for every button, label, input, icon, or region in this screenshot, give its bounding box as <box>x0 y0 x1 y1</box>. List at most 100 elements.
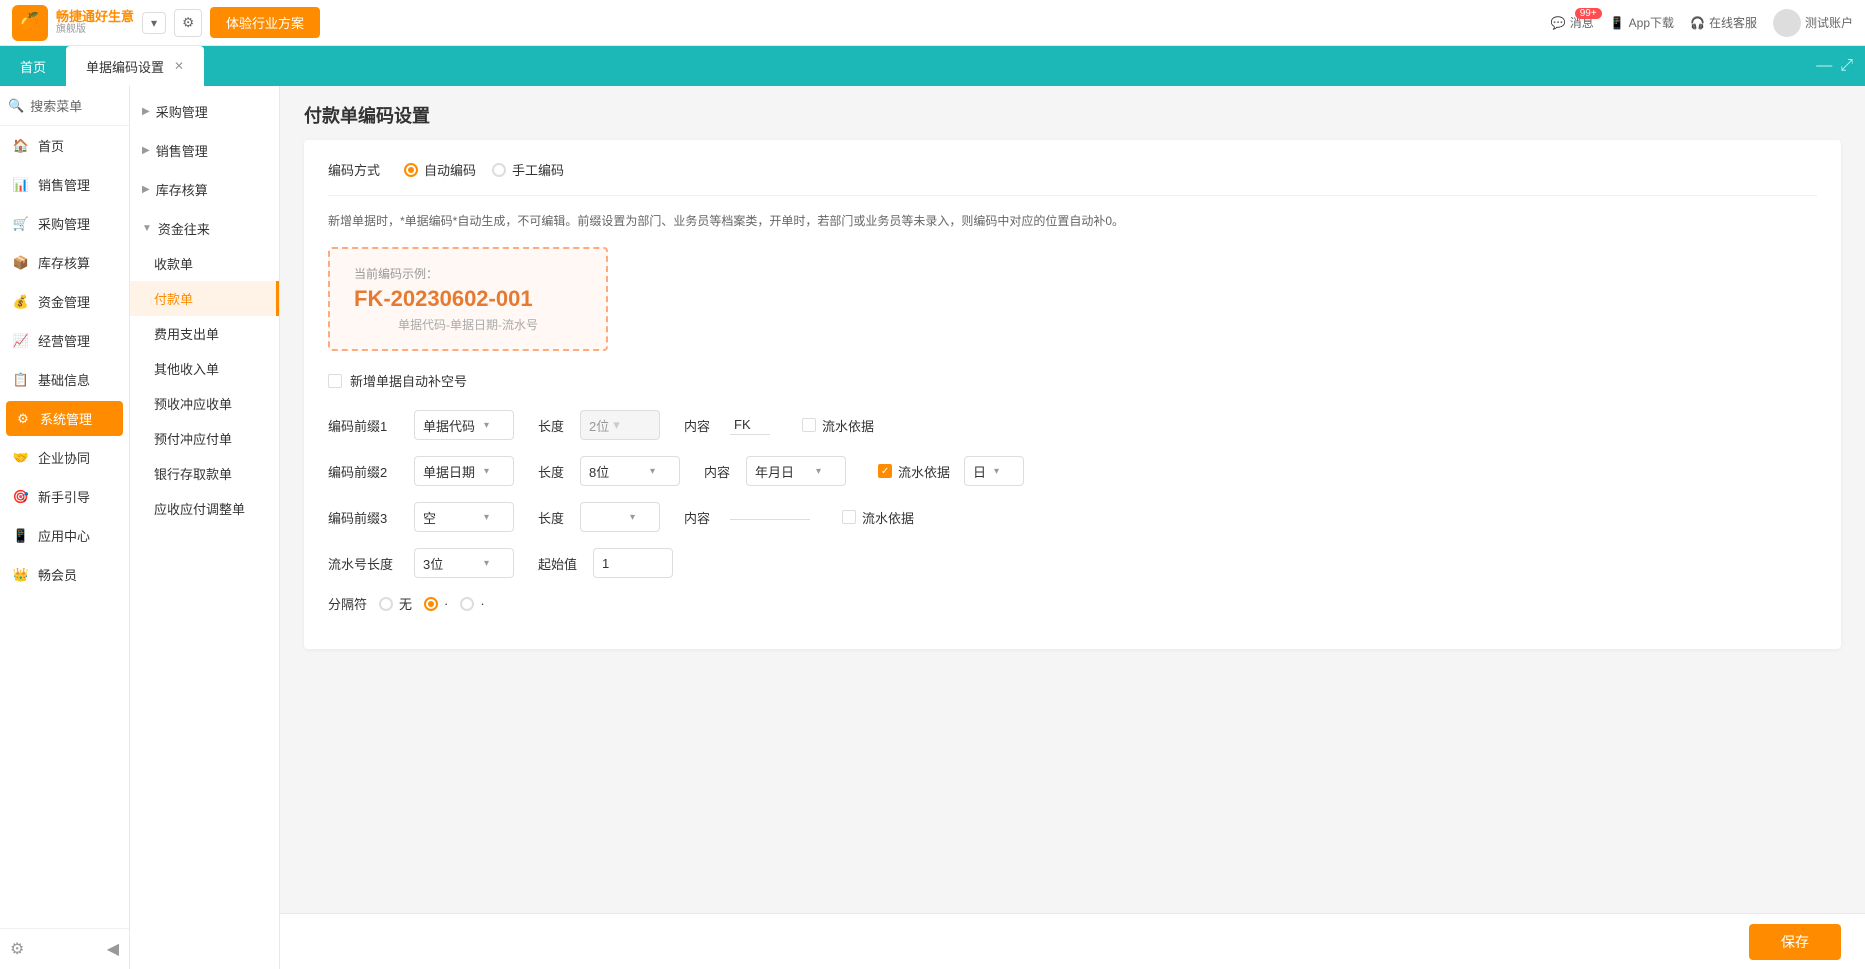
manual-encode-option[interactable]: 手工编码 <box>492 160 564 179</box>
sub-item-expense[interactable]: 费用支出单 <box>130 316 279 351</box>
stream2-row: ✓ 流水依据 日 ▾ <box>878 456 1024 486</box>
tab-home[interactable]: 首页 <box>0 46 66 86</box>
sub-item-bank[interactable]: 银行存取款单 <box>130 456 279 491</box>
sub-group-funds-label: 资金往来 <box>158 219 210 238</box>
serial-start-input[interactable]: 1 <box>593 548 673 578</box>
stream1-row: 流水依据 <box>802 416 874 435</box>
manual-encode-radio[interactable] <box>492 163 506 177</box>
sidebar-item-home[interactable]: 🏠 首页 <box>0 126 129 165</box>
sidebar-item-purchase[interactable]: 🛒 采购管理 <box>0 204 129 243</box>
sidebar-item-apps[interactable]: 📱 应用中心 <box>0 516 129 555</box>
sidebar-home-label: 首页 <box>38 136 64 155</box>
sub-item-other-income[interactable]: 其他收入单 <box>130 351 279 386</box>
sidebar-item-sales[interactable]: 📊 销售管理 <box>0 165 129 204</box>
sub-group-purchase-header[interactable]: ▶ 采购管理 <box>130 94 279 129</box>
sub-group-sales-header[interactable]: ▶ 销售管理 <box>130 133 279 168</box>
prefix2-select[interactable]: 单据日期 ▾ <box>414 456 514 486</box>
length2-select[interactable]: 8位 ▾ <box>580 456 680 486</box>
sub-group-purchase: ▶ 采购管理 <box>130 94 279 129</box>
stream1-checkbox[interactable] <box>802 418 816 432</box>
serial-row: 流水号长度 3位 ▾ 起始值 1 <box>328 548 1817 578</box>
sidebar-item-basic[interactable]: 📋 基础信息 <box>0 360 129 399</box>
sep-none-radio[interactable] <box>379 597 393 611</box>
stream3-checkbox[interactable] <box>842 510 856 524</box>
info-text: 新增单据时，*单据编码*自动生成，不可编辑。前缀设置为部门、业务员等档案类，开单… <box>328 212 1817 231</box>
sub-item-pre-payment[interactable]: 预付冲应付单 <box>130 421 279 456</box>
sep-none-option[interactable]: 无 <box>379 594 412 613</box>
sidebar-item-assets[interactable]: 💰 资金管理 <box>0 282 129 321</box>
auto-fill-checkbox[interactable] <box>328 374 342 388</box>
sidebar-item-enterprise[interactable]: 🤝 企业协同 <box>0 438 129 477</box>
sep-dot2-radio[interactable] <box>460 597 474 611</box>
sub-sidebar: ▶ 采购管理 ▶ 销售管理 ▶ 库存核算 ▼ 资金往来 收款单 付款单 费用支出… <box>130 86 280 969</box>
topbar-settings-button[interactable]: ⚙ <box>174 9 202 37</box>
sidebar-sales-label: 销售管理 <box>38 175 90 194</box>
sub-group-sales-label: 销售管理 <box>156 141 208 160</box>
prefix-row-1: 编码前缀1 单据代码 ▾ 长度 2位 ▾ 内容 FK 流水依据 <box>328 410 1817 440</box>
sidebar-item-guide[interactable]: 🎯 新手引导 <box>0 477 129 516</box>
industry-button[interactable]: 体验行业方案 <box>210 7 320 38</box>
tab-close-icon[interactable]: ✕ <box>174 59 184 73</box>
minimize-icon[interactable]: — <box>1816 57 1832 75</box>
length3-select[interactable]: ▾ <box>580 502 660 532</box>
sep-dot1-option[interactable]: · <box>424 596 448 611</box>
left-sidebar: 🔍 搜索菜单 🏠 首页 📊 销售管理 🛒 采购管理 📦 库存核算 💰 <box>0 86 130 969</box>
service-button[interactable]: 🎧 在线客服 <box>1690 14 1757 31</box>
enterprise-icon: 🤝 <box>12 449 30 467</box>
separator-row: 分隔符 无 · · <box>328 594 1817 613</box>
save-button[interactable]: 保存 <box>1749 924 1841 960</box>
auto-encode-radio[interactable] <box>404 163 418 177</box>
message-button[interactable]: 💬 消息 99+ <box>1551 14 1594 31</box>
encode-mode-label: 编码方式 <box>328 160 380 179</box>
sidebar-item-member[interactable]: 👑 畅会员 <box>0 555 129 594</box>
page-title: 付款单编码设置 <box>304 102 1841 128</box>
sidebar-item-system[interactable]: ⚙ 系统管理 <box>6 401 123 436</box>
sub-item-payment[interactable]: 付款单 <box>130 281 279 316</box>
auto-encode-option[interactable]: 自动编码 <box>404 160 476 179</box>
content3-value <box>730 515 810 520</box>
length1-label: 长度 <box>538 416 564 435</box>
member-icon: 👑 <box>12 566 30 584</box>
home-tab-label: 首页 <box>20 57 46 76</box>
arrow-right-icon3: ▶ <box>142 184 150 195</box>
auto-fill-label: 新增单据自动补空号 <box>350 371 467 390</box>
sep-dot1-radio[interactable] <box>424 597 438 611</box>
headset-icon: 🎧 <box>1690 16 1705 30</box>
app-download-button[interactable]: 📱 App下载 <box>1610 14 1674 31</box>
sub-item-adjust[interactable]: 应收应付调整单 <box>130 491 279 526</box>
content-area: 付款单编码设置 编码方式 自动编码 手工编码 新增单据时，*单据编码 <box>280 86 1865 969</box>
footer-settings-icon[interactable]: ⚙ <box>10 939 24 959</box>
prefix3-select[interactable]: 空 ▾ <box>414 502 514 532</box>
tab-bar: 首页 单据编码设置 ✕ — ⤢ <box>0 46 1865 86</box>
sidebar-inventory-label: 库存核算 <box>38 253 90 272</box>
preview-label: 当前编码示例： <box>354 265 582 282</box>
maximize-icon[interactable]: ⤢ <box>1840 57 1853 75</box>
prefix1-select[interactable]: 单据代码 ▾ <box>414 410 514 440</box>
sub-item-pre-receipt[interactable]: 预收冲应收单 <box>130 386 279 421</box>
content2-select[interactable]: 年月日 ▾ <box>746 456 846 486</box>
sub-item-receipt[interactable]: 收款单 <box>130 246 279 281</box>
app-label: App下载 <box>1629 14 1674 31</box>
sidebar-item-inventory[interactable]: 📦 库存核算 <box>0 243 129 282</box>
sidebar-item-operations[interactable]: 📈 经营管理 <box>0 321 129 360</box>
app-icon: 📱 <box>1610 16 1625 30</box>
sep-dot2-option[interactable]: · <box>460 596 484 611</box>
company-dropdown[interactable]: ▾ <box>142 12 166 34</box>
prefix-row-2: 编码前缀2 单据日期 ▾ 长度 8位 ▾ 内容 年月日 ▾ ✓ 流水依据 <box>328 456 1817 486</box>
bottom-bar: 保存 <box>280 913 1865 969</box>
sub-group-inventory-header[interactable]: ▶ 库存核算 <box>130 172 279 207</box>
length3-label: 长度 <box>538 508 564 527</box>
stream2-checkbox[interactable]: ✓ <box>878 464 892 478</box>
tab-encode-settings[interactable]: 单据编码设置 ✕ <box>66 46 204 86</box>
sub-group-funds-header[interactable]: ▼ 资金往来 <box>130 211 279 246</box>
guide-icon: 🎯 <box>12 488 30 506</box>
serial-length-arrow-icon: ▾ <box>484 558 489 569</box>
sidebar-nav: 🏠 首页 📊 销售管理 🛒 采购管理 📦 库存核算 💰 资金管理 📈 经 <box>0 126 129 928</box>
sidebar-footer: ⚙ ◀ <box>0 928 129 969</box>
user-area[interactable]: 测试账户 <box>1773 9 1853 37</box>
serial-length-select[interactable]: 3位 ▾ <box>414 548 514 578</box>
footer-collapse-icon[interactable]: ◀ <box>107 939 119 959</box>
sidebar-search[interactable]: 🔍 搜索菜单 <box>0 86 129 126</box>
content2-value: 年月日 <box>755 462 794 481</box>
stream2-period-select[interactable]: 日 ▾ <box>964 456 1024 486</box>
